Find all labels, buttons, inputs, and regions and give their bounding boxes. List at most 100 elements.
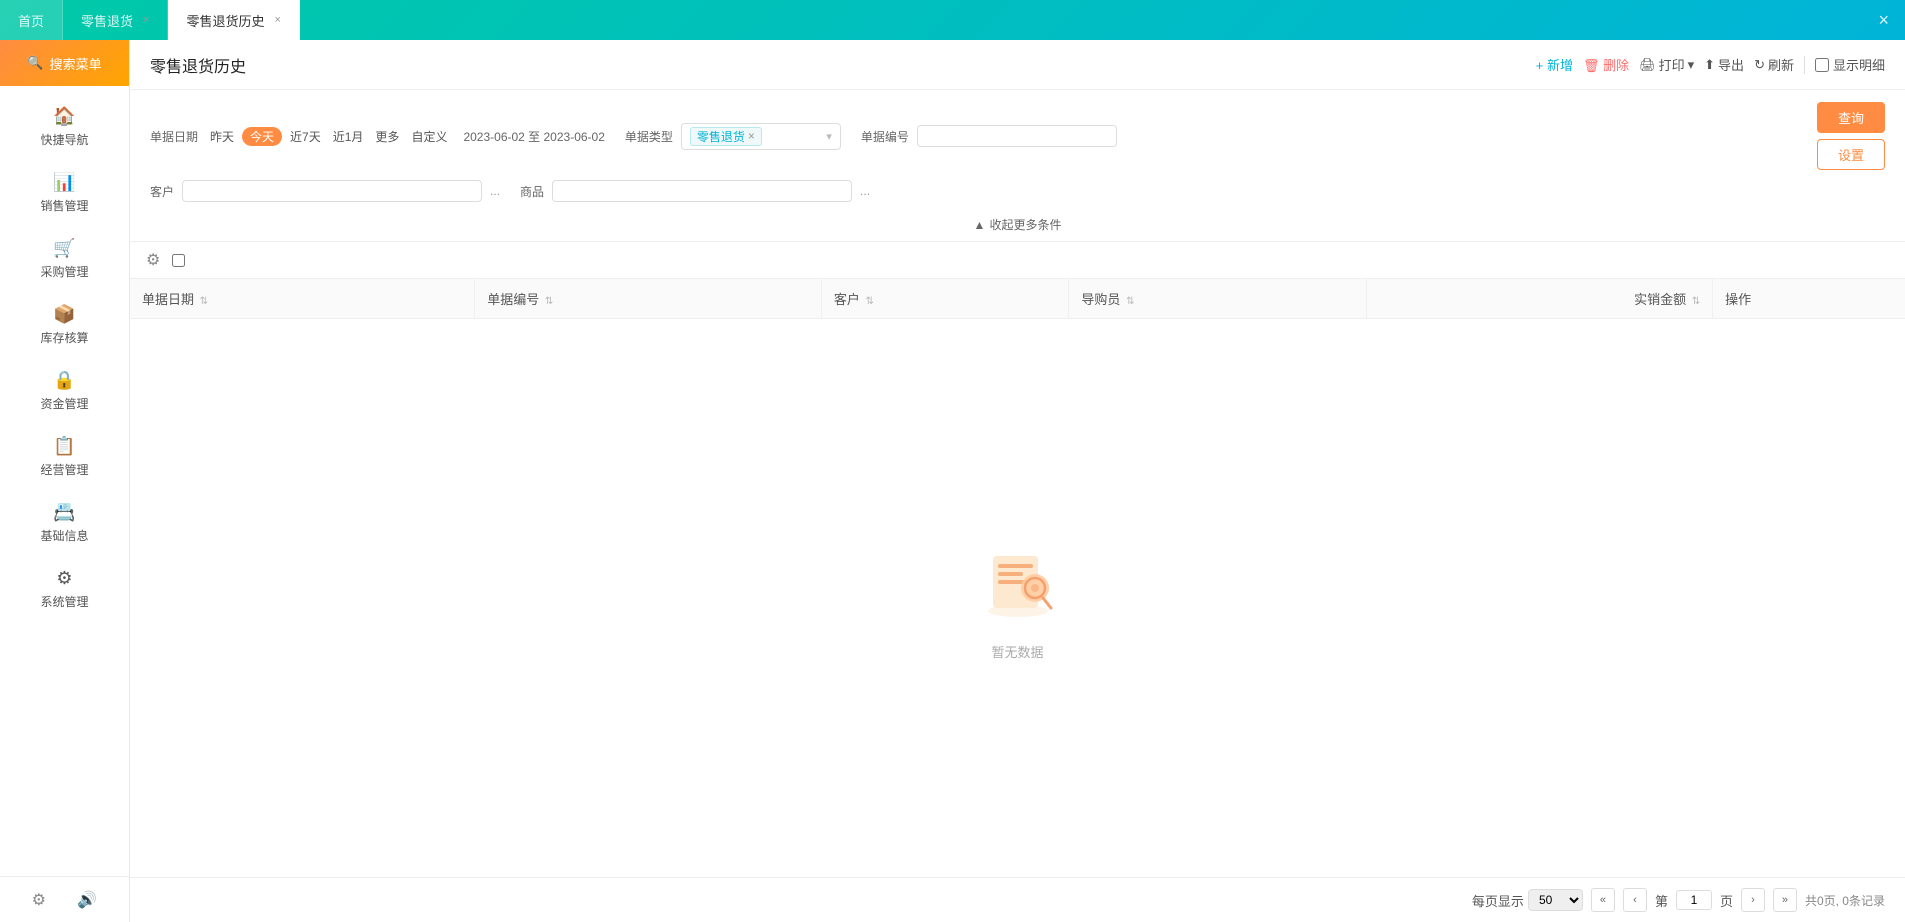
filter-group-goods: 商品 ... xyxy=(520,180,870,202)
date-opt-more[interactable]: 更多 xyxy=(371,127,403,146)
doc-type-tag-remove[interactable]: × xyxy=(748,129,755,143)
tab-retail-return-history-label: 零售退货历史 xyxy=(186,11,264,30)
sidebar-item-stock-calc[interactable]: 📦 库存核算 xyxy=(0,292,129,358)
ops-icon: 📋 xyxy=(53,436,75,457)
tab-home[interactable]: 首页 xyxy=(0,0,63,40)
filter-group-doc-type: 单据类型 零售退货 × ▾ xyxy=(625,123,841,150)
col-guide[interactable]: 导购员 ⇅ xyxy=(1069,279,1366,319)
customer-input[interactable] xyxy=(182,180,482,202)
finance-icon: 🔒 xyxy=(53,370,75,391)
col-doc-no-label: 单据编号 xyxy=(487,292,539,307)
show-detail-label: 显示明细 xyxy=(1833,55,1885,74)
goods-input[interactable] xyxy=(552,180,852,202)
tab-retail-return-history[interactable]: 零售退货历史 × xyxy=(168,0,299,40)
col-customer-sort: ⇅ xyxy=(865,296,873,307)
export-icon: ⬆ xyxy=(1704,57,1715,73)
sidebar-item-basic-info-label: 基础信息 xyxy=(40,527,88,544)
table-toolbar: ⚙ xyxy=(130,242,1905,279)
sidebar-item-quick-nav[interactable]: 🏠 快捷导航 xyxy=(0,94,129,160)
export-button[interactable]: ⬆ 导出 xyxy=(1704,55,1744,74)
sidebar-item-ops-mgmt-label: 经营管理 xyxy=(40,461,88,478)
sidebar-item-sales-mgmt[interactable]: 📊 销售管理 xyxy=(0,160,129,226)
page-size-group: 每页显示 50 10 20 100 xyxy=(1472,889,1583,911)
date-opt-custom[interactable]: 自定义 xyxy=(407,127,451,146)
sidebar-item-purchase-mgmt-label: 采购管理 xyxy=(40,263,88,280)
col-doc-no[interactable]: 单据编号 ⇅ xyxy=(475,279,822,319)
page-unit: 页 xyxy=(1720,891,1733,910)
sidebar-item-sys-mgmt[interactable]: ⚙ 系统管理 xyxy=(0,556,129,622)
stock-icon: 📦 xyxy=(53,304,75,325)
doc-type-chevron-icon: ▾ xyxy=(826,130,832,143)
pagination-bar: 每页显示 50 10 20 100 « ‹ 第 页 › » 共0页, 0条记录 xyxy=(130,877,1905,922)
date-opt-today[interactable]: 今天 xyxy=(242,127,282,146)
home-icon: 🏠 xyxy=(53,106,75,127)
sidebar-search[interactable]: 🔍 搜索菜单 xyxy=(0,40,129,86)
col-doc-date-sort: ⇅ xyxy=(200,296,208,307)
delete-button[interactable]: 🗑 删除 xyxy=(1583,55,1629,74)
page-size-label: 每页显示 xyxy=(1472,891,1524,910)
goods-label: 商品 xyxy=(520,183,544,200)
sales-icon: 📊 xyxy=(53,172,75,193)
search-icon: 🔍 xyxy=(27,55,43,71)
page-size-select[interactable]: 50 10 20 100 xyxy=(1528,889,1583,911)
sidebar-item-purchase-mgmt[interactable]: 🛒 采购管理 xyxy=(0,226,129,292)
settings-icon[interactable]: ⚙ xyxy=(32,890,46,910)
sidebar-item-finance-mgmt[interactable]: 🔒 资金管理 xyxy=(0,358,129,424)
date-opt-7days[interactable]: 近7天 xyxy=(286,127,325,146)
print-button[interactable]: 🖨 打印 ▾ xyxy=(1639,55,1694,74)
col-doc-date-label: 单据日期 xyxy=(142,292,194,307)
show-detail-checkbox[interactable] xyxy=(1815,58,1829,72)
refresh-icon: ↻ xyxy=(1754,57,1765,73)
refresh-button[interactable]: ↻ 刷新 xyxy=(1754,55,1794,74)
select-all-checkbox[interactable] xyxy=(172,254,185,267)
tab-list: 首页 零售退货 × 零售退货历史 × xyxy=(0,0,1878,40)
col-doc-date[interactable]: 单据日期 ⇅ xyxy=(130,279,475,319)
window-close-btn[interactable]: × xyxy=(1878,10,1889,31)
data-table: 单据日期 ⇅ 单据编号 ⇅ 客户 ⇅ 导购员 ⇅ xyxy=(130,279,1905,319)
query-button[interactable]: 查询 xyxy=(1817,102,1885,133)
new-button[interactable]: + 新增 xyxy=(1536,55,1573,74)
col-doc-no-sort: ⇅ xyxy=(545,296,553,307)
settings-button[interactable]: 设置 xyxy=(1817,139,1885,170)
goods-ellipsis[interactable]: ... xyxy=(860,184,870,198)
empty-state: 暂无数据 xyxy=(130,319,1905,877)
page-prev-button[interactable]: ‹ xyxy=(1623,888,1647,912)
col-actual-amount-sort: ⇅ xyxy=(1692,296,1700,307)
date-options: 昨天 今天 近7天 近1月 更多 自定义 xyxy=(206,127,451,146)
date-opt-1month[interactable]: 近1月 xyxy=(329,127,368,146)
doc-type-tag-text: 零售退货 xyxy=(697,128,745,145)
date-range-display: 2023-06-02 至 2023-06-02 xyxy=(463,128,604,145)
col-customer-label: 客户 xyxy=(834,292,860,307)
sidebar-item-basic-info[interactable]: 📇 基础信息 xyxy=(0,490,129,556)
page-title: 零售退货历史 xyxy=(150,53,246,77)
tab-retail-return-close[interactable]: × xyxy=(143,14,149,26)
sound-icon[interactable]: 🔊 xyxy=(77,890,97,910)
page-last-button[interactable]: » xyxy=(1773,888,1797,912)
top-bar: 首页 零售退货 × 零售退货历史 × × xyxy=(0,0,1905,40)
page-next-button[interactable]: › xyxy=(1741,888,1765,912)
sidebar-item-ops-mgmt[interactable]: 📋 经营管理 xyxy=(0,424,129,490)
filter-area: 单据日期 昨天 今天 近7天 近1月 更多 自定义 2023-06-02 至 2… xyxy=(130,90,1905,242)
tab-retail-return-history-close[interactable]: × xyxy=(274,14,280,26)
page-number-input[interactable] xyxy=(1676,890,1712,910)
table-settings-button[interactable]: ⚙ xyxy=(146,250,160,270)
purchase-icon: 🛒 xyxy=(53,238,75,259)
tab-retail-return[interactable]: 零售退货 × xyxy=(63,0,168,40)
page-first-button[interactable]: « xyxy=(1591,888,1615,912)
filter-row-2: 客户 ... 商品 ... xyxy=(150,180,1885,202)
col-customer[interactable]: 客户 ⇅ xyxy=(821,279,1069,319)
doc-type-select[interactable]: 零售退货 × ▾ xyxy=(681,123,841,150)
col-actual-amount[interactable]: 实销金额 ⇅ xyxy=(1366,279,1713,319)
doc-no-input[interactable] xyxy=(917,125,1117,147)
table-header-row: 单据日期 ⇅ 单据编号 ⇅ 客户 ⇅ 导购员 ⇅ xyxy=(130,279,1905,319)
top-bar-right: × xyxy=(1878,10,1905,31)
collapse-label: 收起更多条件 xyxy=(989,216,1061,233)
customer-ellipsis[interactable]: ... xyxy=(490,184,500,198)
date-opt-yesterday[interactable]: 昨天 xyxy=(206,127,238,146)
doc-no-label: 单据编号 xyxy=(861,128,909,145)
collapse-button[interactable]: ▲ 收起更多条件 xyxy=(974,216,1062,233)
sidebar-bottom: ⚙ 🔊 xyxy=(0,876,129,922)
empty-illustration xyxy=(973,536,1063,626)
sidebar-item-quick-nav-label: 快捷导航 xyxy=(40,131,88,148)
show-detail-toggle[interactable]: 显示明细 xyxy=(1815,55,1885,74)
